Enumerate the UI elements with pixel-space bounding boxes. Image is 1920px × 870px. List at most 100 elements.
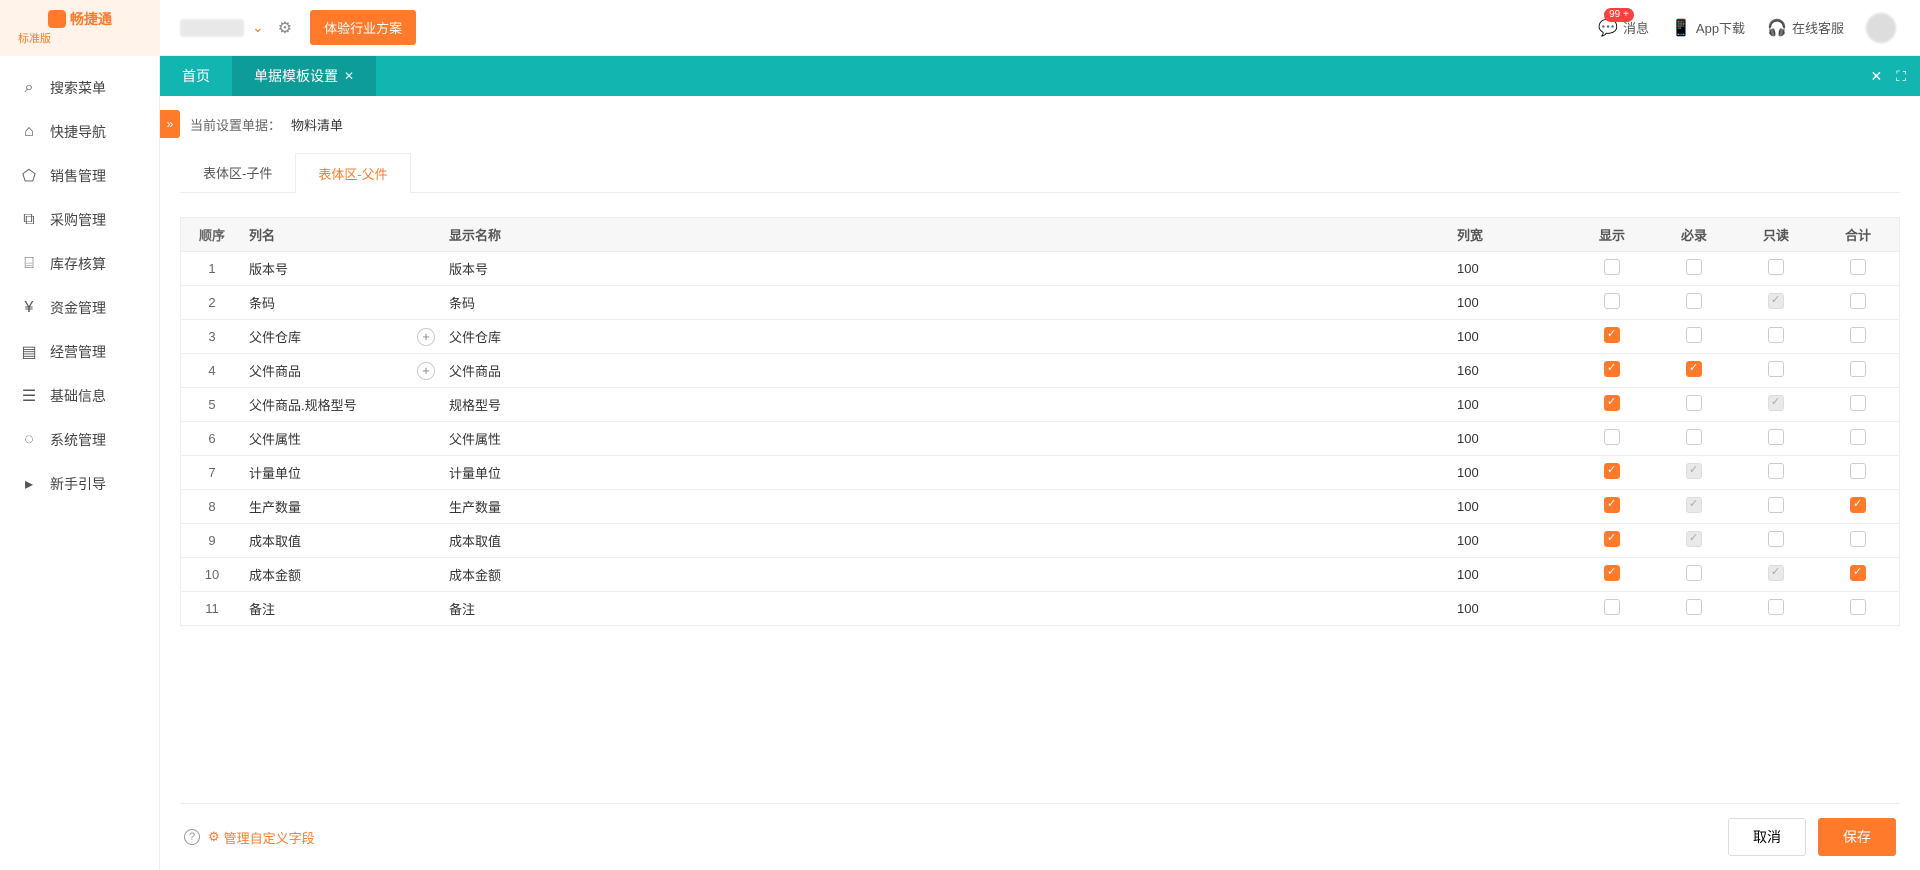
cell-disp[interactable]: 父件仓库: [443, 327, 1451, 346]
cell-disp[interactable]: 计量单位: [443, 463, 1451, 482]
checkbox: [1686, 531, 1702, 547]
checkbox[interactable]: [1850, 565, 1866, 581]
checkbox[interactable]: [1850, 599, 1866, 615]
cell-disp[interactable]: 生产数量: [443, 497, 1451, 516]
sidebar-item-5[interactable]: ¥资金管理: [0, 286, 159, 330]
sidebar-item-9[interactable]: ▸新手引导: [0, 462, 159, 506]
cell-width[interactable]: 100: [1451, 465, 1571, 480]
checkbox[interactable]: [1686, 395, 1702, 411]
sidebar-item-8[interactable]: ◌系统管理: [0, 418, 159, 462]
cell-width[interactable]: 100: [1451, 295, 1571, 310]
cell-width[interactable]: 100: [1451, 499, 1571, 514]
sidebar-item-3[interactable]: ⧉采购管理: [0, 198, 159, 242]
checkbox[interactable]: [1850, 327, 1866, 343]
checkbox[interactable]: [1768, 463, 1784, 479]
manage-custom-fields-link[interactable]: ⚙ 管理自定义字段: [208, 828, 315, 847]
cell-disp[interactable]: 版本号: [443, 259, 1451, 278]
cell-disp[interactable]: 父件属性: [443, 429, 1451, 448]
checkbox[interactable]: [1604, 531, 1620, 547]
tab-0[interactable]: 首页: [160, 56, 232, 96]
cell-width[interactable]: 100: [1451, 601, 1571, 616]
checkbox[interactable]: [1768, 497, 1784, 513]
fullscreen-icon[interactable]: ⛶: [1896, 68, 1906, 85]
cta-button[interactable]: 体验行业方案: [310, 10, 416, 45]
checkbox[interactable]: [1604, 361, 1620, 377]
checkbox[interactable]: [1850, 361, 1866, 377]
cell-width[interactable]: 100: [1451, 533, 1571, 548]
cell-width[interactable]: 100: [1451, 431, 1571, 446]
tab-1[interactable]: 单据模板设置✕: [232, 56, 376, 96]
checkbox[interactable]: [1768, 327, 1784, 343]
checkbox[interactable]: [1604, 293, 1620, 309]
checkbox[interactable]: [1604, 497, 1620, 513]
cell-show: [1571, 429, 1653, 448]
checkbox[interactable]: [1850, 497, 1866, 513]
tab-close-icon[interactable]: ✕: [344, 69, 354, 83]
save-button[interactable]: 保存: [1818, 818, 1896, 856]
help-icon[interactable]: ?: [184, 829, 200, 845]
cell-disp[interactable]: 条码: [443, 293, 1451, 312]
checkbox[interactable]: [1686, 599, 1702, 615]
checkbox[interactable]: [1604, 395, 1620, 411]
org-selector[interactable]: ⌄: [180, 19, 264, 37]
cell-show: [1571, 497, 1653, 516]
checkbox: [1768, 395, 1784, 411]
manage-custom-fields-label: 管理自定义字段: [224, 828, 315, 847]
checkbox[interactable]: [1850, 293, 1866, 309]
cell-disp[interactable]: 成本取值: [443, 531, 1451, 550]
checkbox[interactable]: [1850, 463, 1866, 479]
app-download-link[interactable]: 📱 App下载: [1671, 18, 1745, 38]
cell-width[interactable]: 100: [1451, 567, 1571, 582]
sidebar-item-4[interactable]: ⌸库存核算: [0, 242, 159, 286]
checkbox[interactable]: [1850, 531, 1866, 547]
checkbox[interactable]: [1604, 327, 1620, 343]
cell-disp[interactable]: 成本金额: [443, 565, 1451, 584]
panel-toggle[interactable]: »: [160, 110, 180, 138]
avatar[interactable]: [1866, 13, 1896, 43]
sidebar-item-0[interactable]: ⌕搜索菜单: [0, 66, 159, 110]
checkbox[interactable]: [1604, 429, 1620, 445]
subtab-0[interactable]: 表体区-子件: [180, 152, 295, 192]
cell-width[interactable]: 100: [1451, 397, 1571, 412]
tab-bar: 首页单据模板设置✕ ✕ ⛶: [160, 56, 1920, 96]
add-icon[interactable]: +: [417, 328, 435, 346]
checkbox[interactable]: [1686, 361, 1702, 377]
checkbox[interactable]: [1686, 327, 1702, 343]
gear-icon[interactable]: ⚙: [278, 18, 292, 38]
checkbox[interactable]: [1604, 565, 1620, 581]
checkbox[interactable]: [1768, 531, 1784, 547]
checkbox[interactable]: [1850, 429, 1866, 445]
checkbox[interactable]: [1768, 599, 1784, 615]
checkbox[interactable]: [1604, 463, 1620, 479]
cell-width[interactable]: 100: [1451, 261, 1571, 276]
cell-width[interactable]: 100: [1451, 329, 1571, 344]
cell-disp[interactable]: 备注: [443, 599, 1451, 618]
checkbox[interactable]: [1686, 293, 1702, 309]
cell-idx: 3: [181, 329, 243, 344]
checkbox[interactable]: [1686, 565, 1702, 581]
cell-sum: [1817, 565, 1899, 584]
cell-width[interactable]: 160: [1451, 363, 1571, 378]
support-link[interactable]: 🎧 在线客服: [1767, 18, 1844, 38]
checkbox[interactable]: [1604, 599, 1620, 615]
sidebar-item-1[interactable]: ⌂快捷导航: [0, 110, 159, 154]
sidebar-item-2[interactable]: ⬠销售管理: [0, 154, 159, 198]
tab-close-icon[interactable]: ✕: [1870, 68, 1882, 85]
sidebar-item-7[interactable]: ☰基础信息: [0, 374, 159, 418]
cell-disp[interactable]: 父件商品: [443, 361, 1451, 380]
checkbox[interactable]: [1686, 259, 1702, 275]
cell-ro: [1735, 395, 1817, 414]
checkbox[interactable]: [1768, 361, 1784, 377]
checkbox[interactable]: [1850, 259, 1866, 275]
checkbox[interactable]: [1768, 429, 1784, 445]
checkbox[interactable]: [1768, 259, 1784, 275]
cancel-button[interactable]: 取消: [1728, 818, 1806, 856]
cell-disp[interactable]: 规格型号: [443, 395, 1451, 414]
subtab-1[interactable]: 表体区-父件: [295, 153, 410, 193]
checkbox[interactable]: [1850, 395, 1866, 411]
sidebar-item-6[interactable]: ▤经营管理: [0, 330, 159, 374]
messages-link[interactable]: 💬 消息 99 +: [1598, 18, 1649, 38]
checkbox[interactable]: [1604, 259, 1620, 275]
checkbox[interactable]: [1686, 429, 1702, 445]
add-icon[interactable]: +: [417, 362, 435, 380]
